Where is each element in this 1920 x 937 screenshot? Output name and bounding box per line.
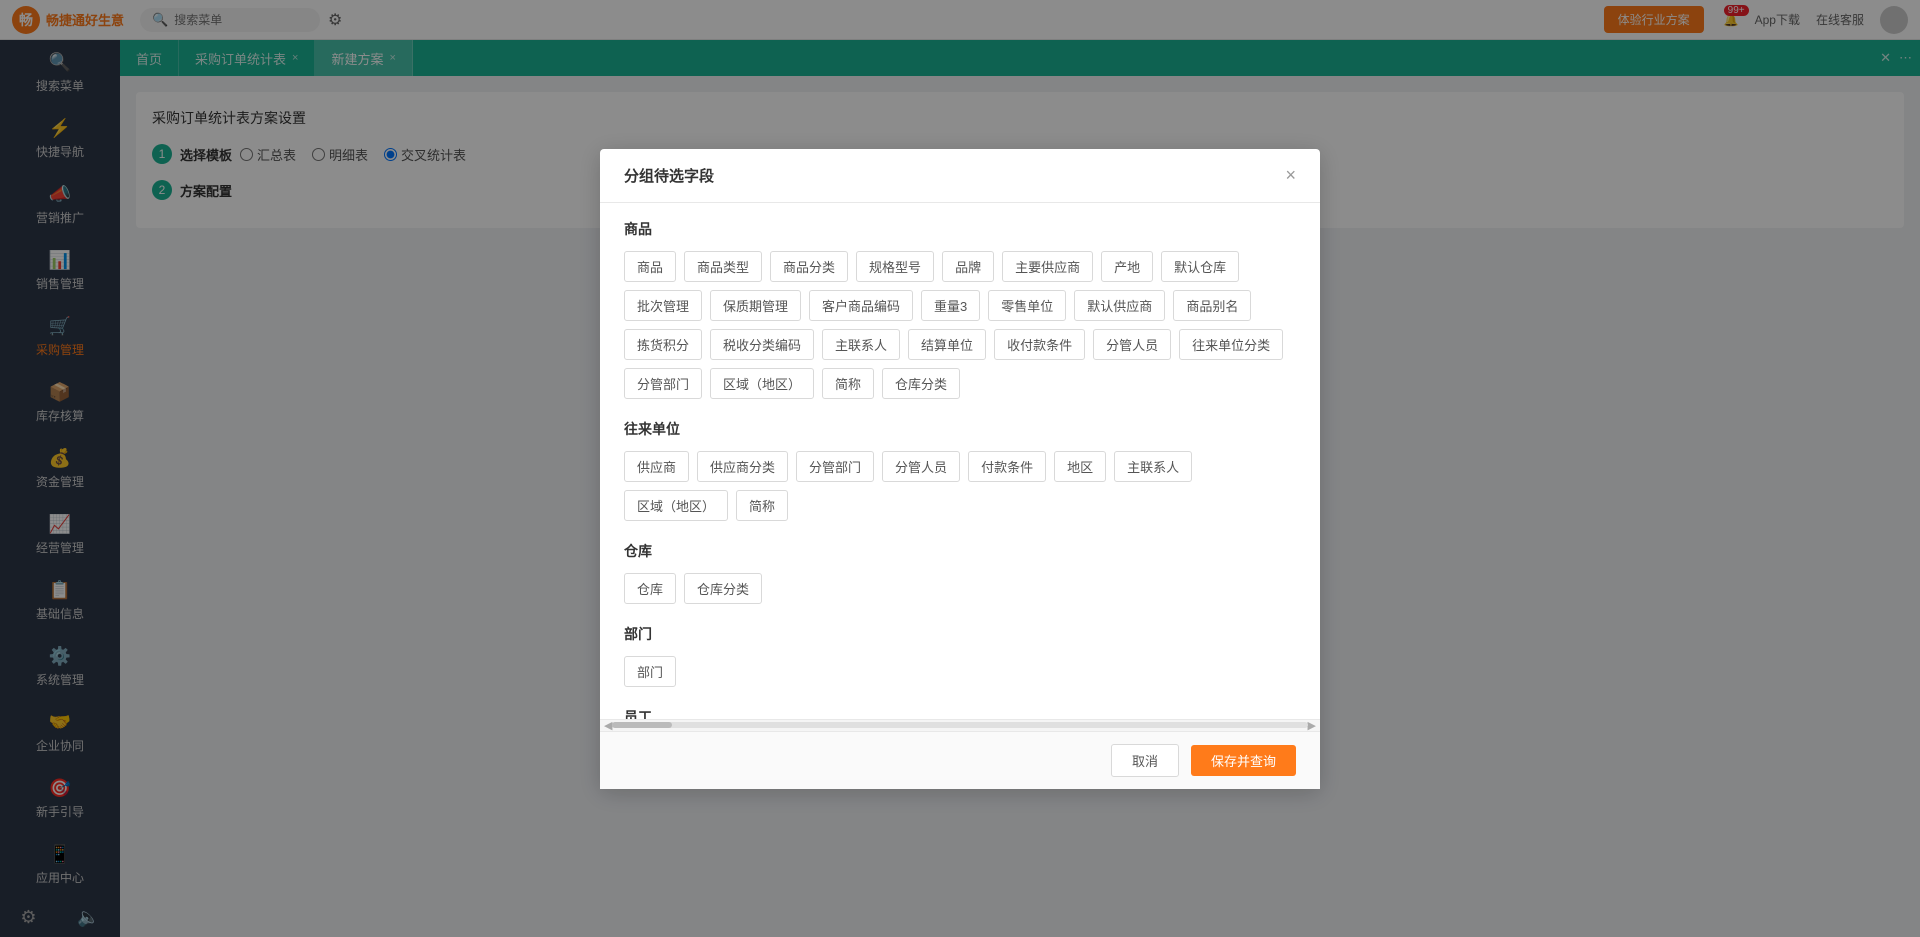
field-tag[interactable]: 产地 [1101, 251, 1153, 282]
field-tag[interactable]: 区域（地区） [624, 490, 728, 521]
scroll-thumb [612, 722, 672, 728]
field-tag[interactable]: 地区 [1054, 451, 1106, 482]
modal-overlay: 分组待选字段 × 商品 商品 商品类型 商品分类 规格型号 品牌 主要供应商 产… [0, 0, 1920, 937]
modal-scroll-bottom: ◀ ▶ [600, 719, 1320, 731]
scroll-track [612, 722, 1307, 728]
dept-field-grid: 部门 [624, 656, 1296, 687]
field-tag[interactable]: 零售单位 [988, 290, 1066, 321]
modal-close-btn[interactable]: × [1285, 165, 1296, 186]
field-tag[interactable]: 简称 [822, 368, 874, 399]
field-tag[interactable]: 结算单位 [908, 329, 986, 360]
field-tag[interactable]: 仓库分类 [882, 368, 960, 399]
field-tag[interactable]: 商品类型 [684, 251, 762, 282]
field-tag[interactable]: 保质期管理 [710, 290, 801, 321]
section-department: 部门 部门 [624, 624, 1296, 687]
contact-field-grid: 供应商 供应商分类 分管部门 分管人员 付款条件 地区 主联系人 区域（地区） … [624, 451, 1296, 521]
field-tag[interactable]: 商品 [624, 251, 676, 282]
field-tag[interactable]: 分管部门 [796, 451, 874, 482]
field-tag[interactable]: 分管人员 [1093, 329, 1171, 360]
section-contact: 往来单位 供应商 供应商分类 分管部门 分管人员 付款条件 地区 主联系人 区域… [624, 419, 1296, 521]
field-tag[interactable]: 供应商 [624, 451, 689, 482]
field-tag[interactable]: 仓库分类 [684, 573, 762, 604]
field-tag[interactable]: 付款条件 [968, 451, 1046, 482]
modal-body[interactable]: 商品 商品 商品类型 商品分类 规格型号 品牌 主要供应商 产地 默认仓库 批次… [600, 203, 1320, 719]
section-dept-title: 部门 [624, 624, 1296, 644]
section-employee-title: 员工 [624, 707, 1296, 719]
field-tag[interactable]: 主联系人 [822, 329, 900, 360]
field-tag[interactable]: 税收分类编码 [710, 329, 814, 360]
field-tag[interactable]: 默认仓库 [1161, 251, 1239, 282]
field-tag[interactable]: 区域（地区） [710, 368, 814, 399]
cancel-btn[interactable]: 取消 [1111, 744, 1179, 777]
section-contact-title: 往来单位 [624, 419, 1296, 439]
modal-header: 分组待选字段 × [600, 149, 1320, 203]
field-tag[interactable]: 客户商品编码 [809, 290, 913, 321]
field-tag[interactable]: 收付款条件 [994, 329, 1085, 360]
field-tag[interactable]: 商品分类 [770, 251, 848, 282]
field-tag[interactable]: 主联系人 [1114, 451, 1192, 482]
modal-title: 分组待选字段 [624, 165, 714, 186]
field-tag[interactable]: 批次管理 [624, 290, 702, 321]
field-tag[interactable]: 拣货积分 [624, 329, 702, 360]
field-tag[interactable]: 规格型号 [856, 251, 934, 282]
warehouse-field-grid: 仓库 仓库分类 [624, 573, 1296, 604]
section-employee: 员工 业务员 [624, 707, 1296, 719]
section-goods: 商品 商品 商品类型 商品分类 规格型号 品牌 主要供应商 产地 默认仓库 批次… [624, 219, 1296, 399]
field-tag[interactable]: 品牌 [942, 251, 994, 282]
modal-footer: 取消 保存并查询 [600, 731, 1320, 789]
field-tag[interactable]: 分管人员 [882, 451, 960, 482]
field-tag[interactable]: 往来单位分类 [1179, 329, 1283, 360]
field-tag[interactable]: 简称 [736, 490, 788, 521]
field-tag[interactable]: 供应商分类 [697, 451, 788, 482]
field-tag[interactable]: 默认供应商 [1074, 290, 1165, 321]
field-tag[interactable]: 分管部门 [624, 368, 702, 399]
section-goods-title: 商品 [624, 219, 1296, 239]
field-tag[interactable]: 重量3 [921, 290, 980, 321]
field-tag[interactable]: 商品别名 [1173, 290, 1251, 321]
goods-field-grid: 商品 商品类型 商品分类 规格型号 品牌 主要供应商 产地 默认仓库 批次管理 … [624, 251, 1296, 399]
section-warehouse-title: 仓库 [624, 541, 1296, 561]
section-warehouse: 仓库 仓库 仓库分类 [624, 541, 1296, 604]
field-tag[interactable]: 仓库 [624, 573, 676, 604]
modal: 分组待选字段 × 商品 商品 商品类型 商品分类 规格型号 品牌 主要供应商 产… [600, 149, 1320, 789]
save-btn[interactable]: 保存并查询 [1191, 745, 1296, 776]
field-tag[interactable]: 部门 [624, 656, 676, 687]
field-tag[interactable]: 主要供应商 [1002, 251, 1093, 282]
